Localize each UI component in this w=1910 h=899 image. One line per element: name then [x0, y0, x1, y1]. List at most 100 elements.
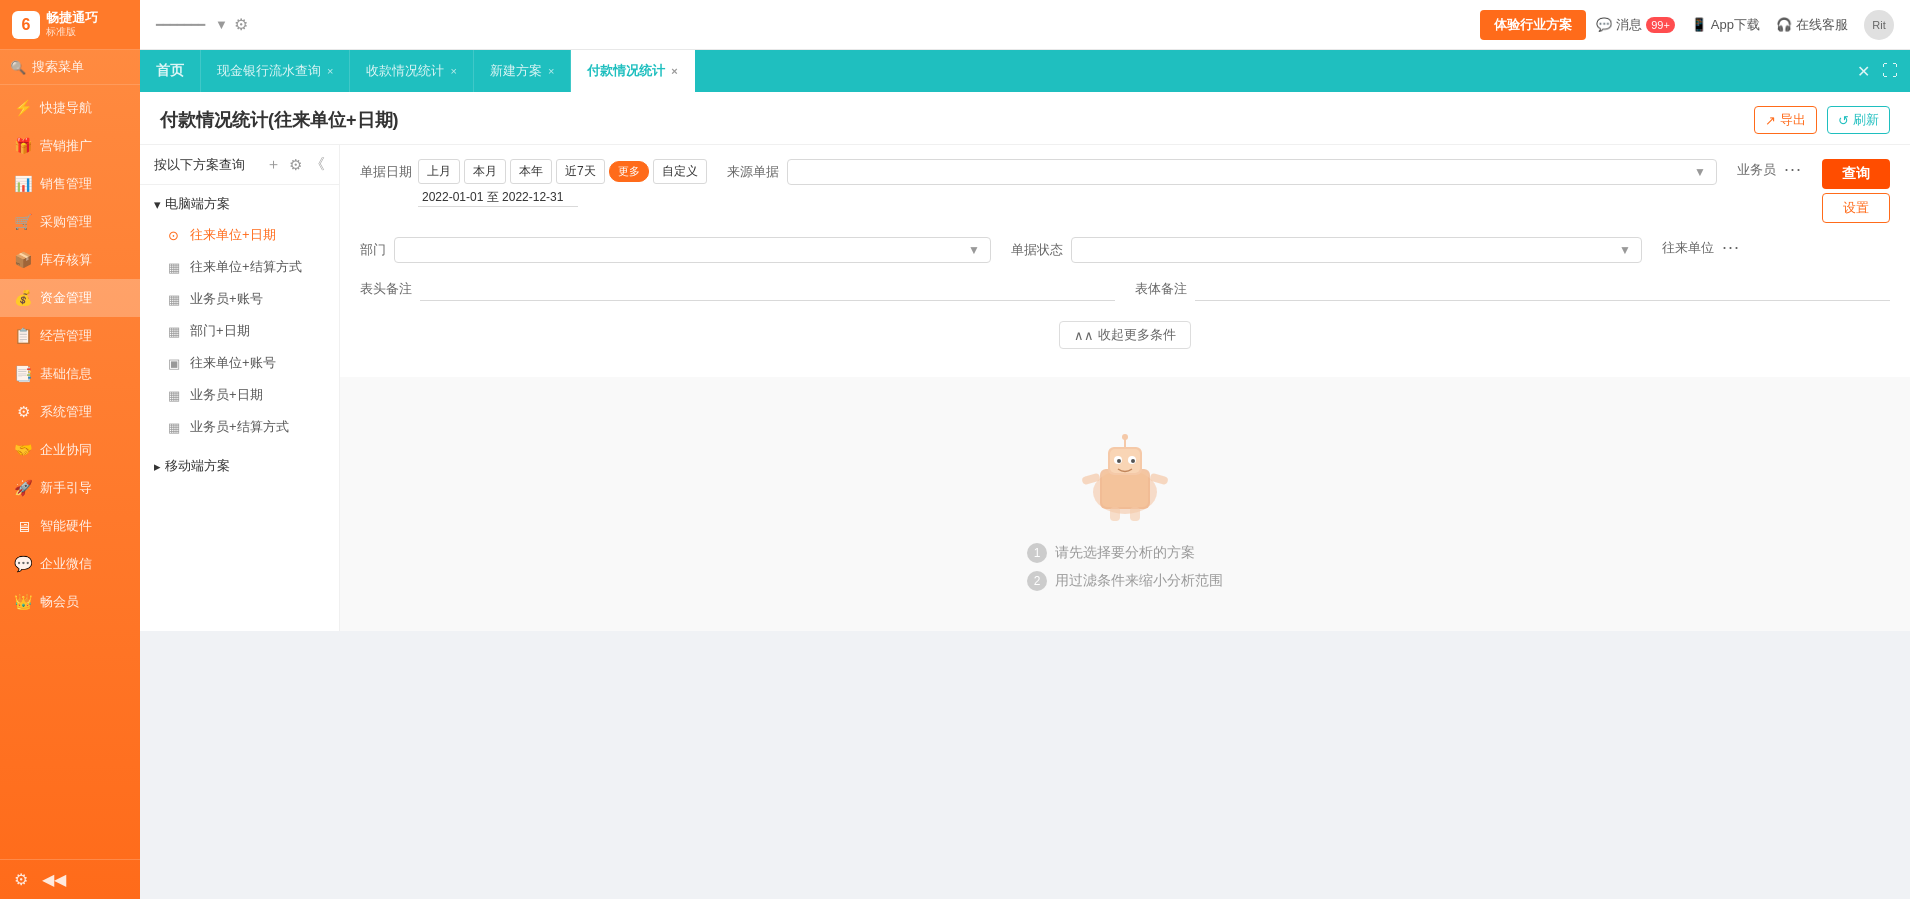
tab-receipts[interactable]: 收款情况统计 × — [350, 50, 473, 92]
collapse-panel-icon[interactable]: 《 — [310, 155, 325, 174]
scheme-item-6[interactable]: ▦ 业务员+结算方式 — [140, 411, 339, 443]
date-btn-lastmonth[interactable]: 上月 — [418, 159, 460, 184]
scheme-icon-5: ▦ — [168, 388, 184, 403]
app-download-action[interactable]: 📱 App下载 — [1691, 16, 1760, 34]
expand-icon[interactable]: ⛶ — [1882, 62, 1898, 80]
tab-receipts-close[interactable]: × — [450, 65, 456, 77]
basics-icon: 📑 — [14, 365, 32, 383]
tab-newscheme-close[interactable]: × — [548, 65, 554, 77]
mobile-section-title[interactable]: ▸ 移动端方案 — [140, 451, 339, 481]
settings-foot-icon[interactable]: ⚙ — [14, 870, 28, 889]
filter-group-date: 单据日期 上月 本月 本年 近7天 更多 自定义 — [360, 159, 707, 207]
left-panel-header-actions: ＋ ⚙ 《 — [266, 155, 325, 174]
tab-cashflow[interactable]: 现金银行流水查询 × — [201, 50, 350, 92]
operations-icon: 📋 — [14, 327, 32, 345]
sidebar: 6 畅捷通巧 标准版 🔍 搜索菜单 ⚡ 快捷导航 🎁 营销推广 📊 销售管理 🛒… — [0, 0, 140, 899]
scheme-label-2: 业务员+账号 — [190, 290, 263, 308]
sidebar-item-quicknav[interactable]: ⚡ 快捷导航 — [0, 89, 140, 127]
refresh-button[interactable]: ↺ 刷新 — [1827, 106, 1890, 134]
salesperson-ellipsis[interactable]: ··· — [1784, 159, 1802, 180]
sidebar-item-member[interactable]: 👑 畅会员 — [0, 583, 140, 621]
date-btn-thisyear[interactable]: 本年 — [510, 159, 552, 184]
scheme-item-5[interactable]: ▦ 业务员+日期 — [140, 379, 339, 411]
tab-newscheme[interactable]: 新建方案 × — [474, 50, 571, 92]
tab-payments[interactable]: 付款情况统计 × — [571, 50, 694, 92]
left-panel-header: 按以下方案查询 ＋ ⚙ 《 — [140, 145, 339, 185]
body-note-input[interactable] — [1195, 277, 1890, 301]
date-btn-more[interactable]: 更多 — [609, 161, 649, 182]
header-dropdown-area: ▼ ⚙ — [215, 15, 248, 34]
scheme-item-0[interactable]: ⊙ 往来单位+日期 — [140, 219, 339, 251]
svg-rect-2 — [1102, 471, 1148, 507]
source-chevron: ▼ — [1694, 165, 1706, 179]
tab-payments-label: 付款情况统计 — [587, 62, 665, 80]
export-button[interactable]: ↗ 导出 — [1754, 106, 1817, 134]
partner-ellipsis[interactable]: ··· — [1722, 237, 1740, 258]
partner-label: 往来单位 — [1662, 239, 1714, 257]
filter-group-source: 来源单据 ▼ — [727, 159, 1717, 185]
scheme-item-4[interactable]: ▣ 往来单位+账号 — [140, 347, 339, 379]
messages-label: 消息 — [1616, 16, 1642, 34]
scheme-item-1[interactable]: ▦ 往来单位+结算方式 — [140, 251, 339, 283]
tab-payments-close[interactable]: × — [671, 65, 677, 77]
sidebar-item-finance[interactable]: 💰 资金管理 — [0, 279, 140, 317]
tab-cashflow-close[interactable]: × — [327, 65, 333, 77]
date-btn-7days[interactable]: 近7天 — [556, 159, 605, 184]
download-icon: 📱 — [1691, 17, 1707, 32]
dept-select[interactable]: ▼ — [394, 237, 991, 263]
section-expand-icon: ▾ — [154, 197, 161, 212]
settings-button[interactable]: 设置 — [1822, 193, 1890, 223]
date-btn-custom[interactable]: 自定义 — [653, 159, 707, 184]
top-header: ━━━━━━━ 畅捷通巧 ▼ ⚙ 体验行业方案 💬 消息 99+ 📱 App下载… — [140, 0, 1910, 50]
scheme-icon-4: ▣ — [168, 356, 184, 371]
sidebar-item-marketing[interactable]: 🎁 营销推广 — [0, 127, 140, 165]
sidebar-item-guide[interactable]: 🚀 新手引导 — [0, 469, 140, 507]
source-select[interactable]: ▼ — [787, 159, 1717, 185]
sidebar-item-hardware[interactable]: 🖥 智能硬件 — [0, 507, 140, 545]
header-note-input[interactable] — [420, 277, 1115, 301]
add-scheme-icon[interactable]: ＋ — [266, 155, 281, 174]
scheme-item-2[interactable]: ▦ 业务员+账号 — [140, 283, 339, 315]
online-service-action[interactable]: 🎧 在线客服 — [1776, 16, 1848, 34]
filter-area: 单据日期 上月 本月 本年 近7天 更多 自定义 — [340, 145, 1910, 377]
sidebar-item-purchase[interactable]: 🛒 采购管理 — [0, 203, 140, 241]
sidebar-search[interactable]: 🔍 搜索菜单 — [0, 50, 140, 85]
sidebar-item-system[interactable]: ⚙ 系统管理 — [0, 393, 140, 431]
refresh-label: 刷新 — [1853, 111, 1879, 129]
sidebar-item-inventory[interactable]: 📦 库存核算 — [0, 241, 140, 279]
scheme-settings-icon[interactable]: ⚙ — [289, 156, 302, 174]
empty-hint-2: 2 用过滤条件来缩小分析范围 — [1027, 571, 1223, 591]
sidebar-item-operations[interactable]: 📋 经营管理 — [0, 317, 140, 355]
date-range-input[interactable] — [418, 188, 578, 207]
query-button[interactable]: 查询 — [1822, 159, 1890, 189]
sidebar-footer: ⚙ ◀◀ — [0, 859, 140, 899]
search-label: 搜索菜单 — [32, 58, 84, 76]
messages-action[interactable]: 💬 消息 99+ — [1596, 16, 1675, 34]
tab-cashflow-label: 现金银行流水查询 — [217, 62, 321, 80]
docstatus-select[interactable]: ▼ — [1071, 237, 1642, 263]
header-note-label: 表头备注 — [360, 280, 412, 298]
breadcrumb-text: ━━━━━━━ — [156, 18, 205, 32]
close-all-icon[interactable]: ✕ — [1857, 62, 1870, 81]
scheme-item-3[interactable]: ▦ 部门+日期 — [140, 315, 339, 347]
tab-home[interactable]: 首页 — [140, 50, 201, 92]
scheme-label-0: 往来单位+日期 — [190, 226, 276, 244]
header-actions: 💬 消息 99+ 📱 App下载 🎧 在线客服 Rit — [1596, 10, 1894, 40]
collapse-foot-icon[interactable]: ◀◀ — [42, 870, 66, 889]
date-btn-thismonth[interactable]: 本月 — [464, 159, 506, 184]
logo-text-area: 畅捷通巧 标准版 — [46, 10, 98, 40]
sidebar-item-basics[interactable]: 📑 基础信息 — [0, 355, 140, 393]
sidebar-item-enterprise[interactable]: 🤝 企业协同 — [0, 431, 140, 469]
mobile-section-label: 移动端方案 — [165, 457, 230, 475]
trial-btn[interactable]: 体验行业方案 — [1480, 10, 1586, 40]
filter-row-3: 表头备注 表体备注 — [360, 277, 1890, 301]
sidebar-item-sales[interactable]: 📊 销售管理 — [0, 165, 140, 203]
dropdown-icon[interactable]: ▼ — [215, 17, 228, 32]
avatar[interactable]: Rit — [1864, 10, 1894, 40]
sidebar-item-wechat[interactable]: 💬 企业微信 — [0, 545, 140, 583]
desktop-section-title[interactable]: ▾ 电脑端方案 — [140, 189, 339, 219]
filter-group-docstatus: 单据状态 ▼ — [1011, 237, 1642, 263]
gear-icon[interactable]: ⚙ — [234, 15, 248, 34]
collapse-button[interactable]: ∧∧ 收起更多条件 — [1059, 321, 1191, 349]
page-header: 付款情况统计(往来单位+日期) ↗ 导出 ↺ 刷新 — [140, 92, 1910, 145]
